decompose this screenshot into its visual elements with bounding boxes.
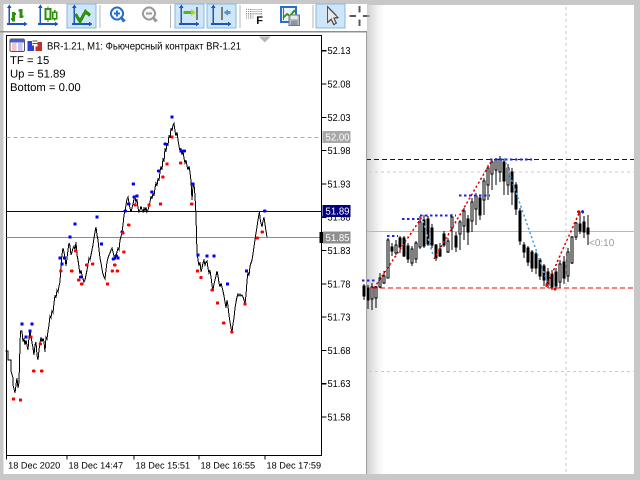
svg-text:Bottom = 0.00: Bottom = 0.00 bbox=[10, 82, 81, 94]
svg-text:52.08: 52.08 bbox=[328, 80, 351, 91]
svg-text:51.93: 51.93 bbox=[328, 179, 351, 190]
svg-text:18 Dec 2020: 18 Dec 2020 bbox=[8, 461, 60, 471]
svg-text:51.58: 51.58 bbox=[328, 413, 351, 424]
svg-text:TF = 15: TF = 15 bbox=[10, 55, 49, 67]
svg-text:52.13: 52.13 bbox=[328, 46, 351, 57]
svg-text:51.73: 51.73 bbox=[328, 313, 351, 324]
svg-text:BR-1.21, M1: Фьючерсный контр: BR-1.21, M1: Фьючерсный контракт BR-1.21 bbox=[47, 41, 241, 53]
svg-text:18 Dec 17:59: 18 Dec 17:59 bbox=[267, 461, 322, 471]
svg-text:Up = 51.89: Up = 51.89 bbox=[10, 69, 66, 81]
svg-text:51.63: 51.63 bbox=[328, 379, 351, 390]
svg-text:51.78: 51.78 bbox=[328, 279, 351, 290]
svg-text:52.03: 52.03 bbox=[328, 113, 351, 124]
svg-text:51.85: 51.85 bbox=[326, 233, 350, 244]
svg-text:18 Dec 14:47: 18 Dec 14:47 bbox=[69, 461, 124, 471]
svg-text:18 Dec 16:55: 18 Dec 16:55 bbox=[201, 461, 256, 471]
svg-text:52.00: 52.00 bbox=[326, 133, 350, 144]
svg-text:51.98: 51.98 bbox=[328, 146, 351, 157]
svg-text:51.68: 51.68 bbox=[328, 346, 351, 357]
svg-text:51.83: 51.83 bbox=[328, 246, 351, 257]
svg-text:<0:10: <0:10 bbox=[589, 238, 615, 249]
svg-text:18 Dec 15:51: 18 Dec 15:51 bbox=[136, 461, 191, 471]
svg-text:51.89: 51.89 bbox=[326, 207, 350, 218]
svg-text:F: F bbox=[256, 15, 263, 27]
